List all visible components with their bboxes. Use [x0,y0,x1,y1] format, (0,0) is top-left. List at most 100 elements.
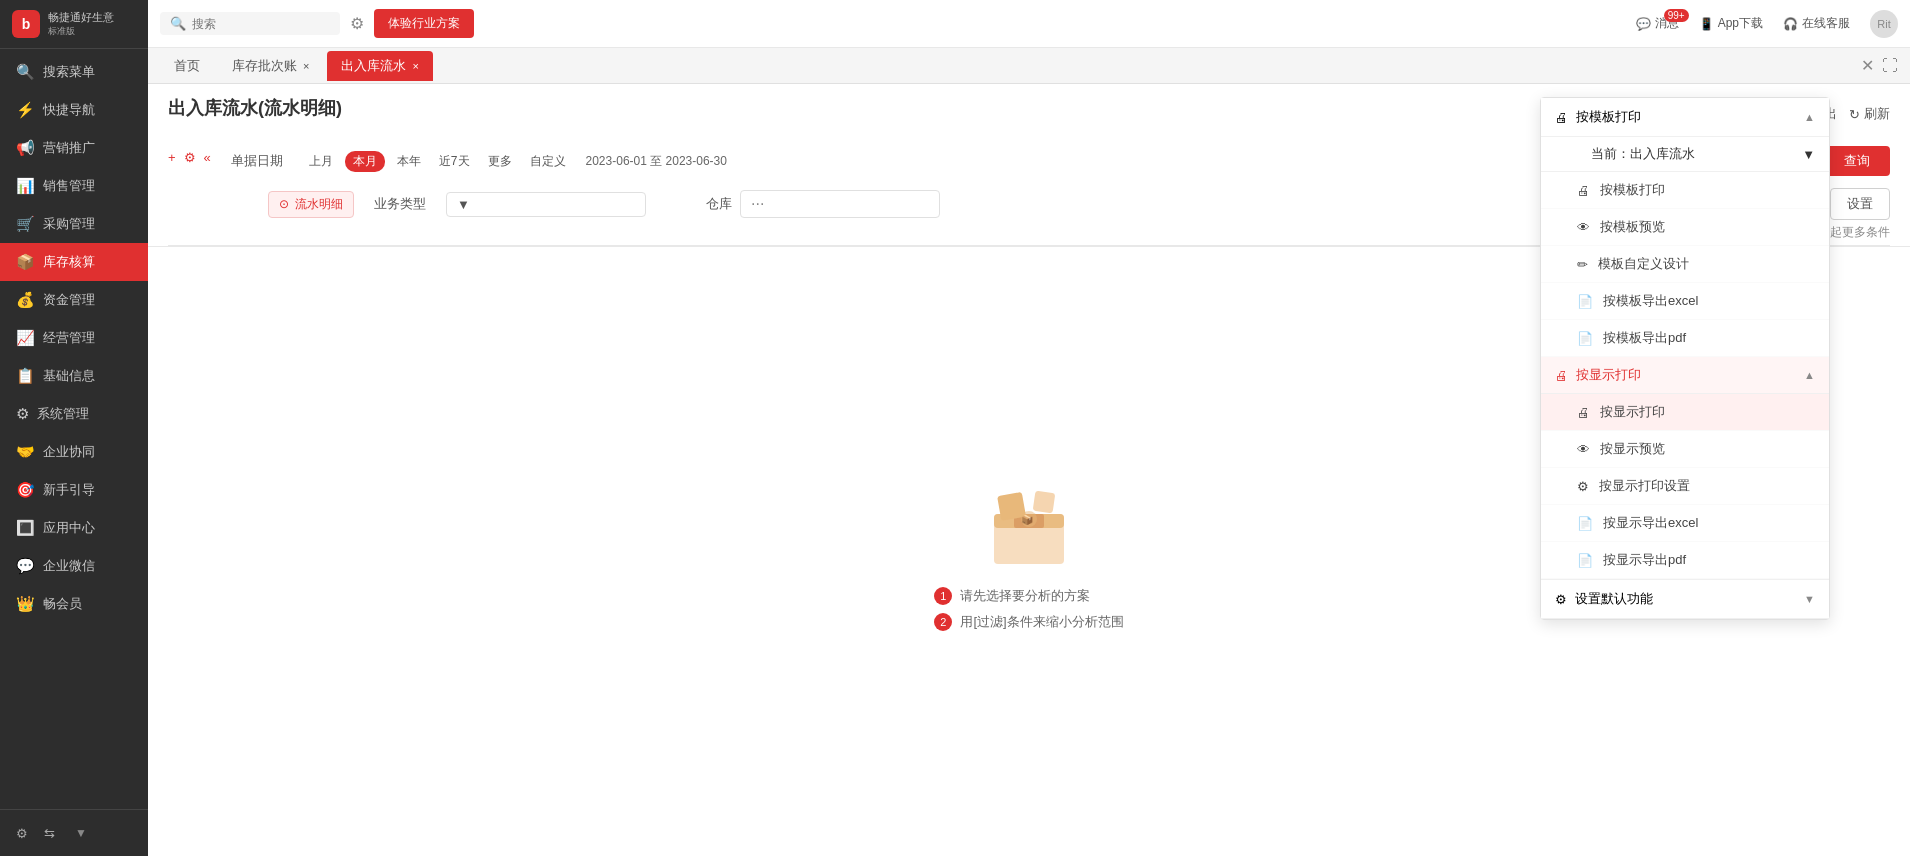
date-range-display: 2023-06-01 至 2023-06-30 [586,153,727,170]
empty-step2-text: 用[过滤]条件来缩小分析范围 [960,613,1123,631]
query-btn[interactable]: 查询 [1824,146,1890,176]
sidebar-item-sales[interactable]: 📊 销售管理 [0,167,148,205]
settings-footer-icon[interactable]: ⚙ [16,826,28,841]
system-icon: ⚙ [16,405,29,423]
current-template-chevron: ▼ [1802,147,1815,162]
sidebar-item-inventory[interactable]: 📦 库存核算 [0,243,148,281]
add-condition-btn[interactable]: + [168,150,176,165]
tab-flow[interactable]: 出入库流水 × [327,51,432,81]
sales-icon: 📊 [16,177,35,195]
default-func-label: 设置默认功能 [1575,590,1653,608]
display-excel-item-icon: 📄 [1577,516,1593,531]
dropdown-item-template-pdf[interactable]: 📄 按模板导出pdf [1541,320,1829,357]
collapse-sidebar-btn[interactable]: « [204,150,211,165]
sidebar-scroll-down[interactable]: ▼ [71,822,91,844]
collapse-sidebar-icon[interactable]: ⇆ [44,826,55,841]
phone-icon: 📱 [1699,17,1714,31]
date-btn-more[interactable]: 更多 [482,151,518,172]
tab-home[interactable]: 首页 [160,51,214,81]
app-download-label: App下载 [1718,15,1763,32]
default-func-icon: ⚙ [1555,592,1567,607]
user-name: Rit [1877,18,1890,30]
refresh-icon: ↻ [1849,107,1860,122]
tab-inventory-batch[interactable]: 库存批次账 × [218,51,323,81]
sidebar-label-corp: 企业协同 [43,443,95,461]
dropdown-item-display-excel[interactable]: 📄 按显示导出excel [1541,505,1829,542]
sidebar-nav: 🔍 搜索菜单 ⚡ 快捷导航 📢 营销推广 📊 销售管理 🛒 采购管理 📦 库存核… [0,49,148,809]
date-btn-this-year[interactable]: 本年 [391,151,427,172]
sidebar-item-wecom[interactable]: 💬 企业微信 [0,547,148,585]
search-input[interactable] [192,17,322,31]
sidebar-label-finance: 资金管理 [43,291,95,309]
sidebar-item-search[interactable]: 🔍 搜索菜单 [0,53,148,91]
basic-icon: 📋 [16,367,35,385]
sidebar-label-wecom: 企业微信 [43,557,95,575]
dropdown-item-display-print[interactable]: 🖨 按显示打印 [1541,394,1829,431]
expand-tab-btn[interactable]: ⛶ [1882,56,1898,75]
dropdown-item-display-pdf[interactable]: 📄 按显示导出pdf [1541,542,1829,579]
tab-flow-close[interactable]: × [412,60,418,72]
search-icon: 🔍 [16,63,35,81]
tab-home-label: 首页 [174,57,200,75]
app-edition: 标准版 [48,25,114,38]
gear-icon[interactable]: ⚙ [350,14,364,33]
date-btn-custom[interactable]: 自定义 [524,151,572,172]
dropdown-item-template-excel[interactable]: 📄 按模板导出excel [1541,283,1829,320]
dropdown-item-template-print[interactable]: 🖨 按模板打印 [1541,172,1829,209]
user-avatar[interactable]: Rit [1870,10,1898,38]
sidebar-label-guide: 新手引导 [43,481,95,499]
sidebar-item-purchase[interactable]: 🛒 采购管理 [0,205,148,243]
default-func-chevron: ▼ [1804,593,1815,605]
corp-icon: 🤝 [16,443,35,461]
warehouse-label: 仓库 [706,195,732,213]
date-btn-this-month[interactable]: 本月 [345,151,385,172]
display-settings-item-label: 按显示打印设置 [1599,477,1690,495]
refresh-btn[interactable]: ↻ 刷新 [1849,105,1890,123]
display-pdf-item-icon: 📄 [1577,553,1593,568]
template-preview-item-icon: 👁 [1577,220,1590,235]
close-tab-btn[interactable]: ✕ [1861,56,1874,75]
display-section-chevron: ▲ [1804,369,1815,381]
sidebar-item-finance[interactable]: 💰 资金管理 [0,281,148,319]
sidebar-item-corp[interactable]: 🤝 企业协同 [0,433,148,471]
sidebar-item-system[interactable]: ⚙ 系统管理 [0,395,148,433]
sidebar-item-operation[interactable]: 📈 经营管理 [0,319,148,357]
template-custom-item-label: 模板自定义设计 [1598,255,1689,273]
messages-btn[interactable]: 💬 消息 99+ [1636,15,1679,32]
default-func-btn[interactable]: ⚙ 设置默认功能 ▼ [1541,579,1829,619]
date-btn-7days[interactable]: 近7天 [433,151,476,172]
dropdown-item-template-custom[interactable]: ✏ 模板自定义设计 [1541,246,1829,283]
sidebar-item-marketing[interactable]: 📢 营销推广 [0,129,148,167]
template-excel-item-label: 按模板导出excel [1603,292,1698,310]
display-print-item-icon: 🖨 [1577,405,1590,420]
sidebar-item-appstore[interactable]: 🔳 应用中心 [0,509,148,547]
app-download-btn[interactable]: 📱 App下载 [1699,15,1763,32]
display-excel-item-label: 按显示导出excel [1603,514,1698,532]
warehouse-select[interactable]: ··· [740,190,940,218]
dropdown-item-display-preview[interactable]: 👁 按显示预览 [1541,431,1829,468]
sidebar-label-basic: 基础信息 [43,367,95,385]
dropdown-item-display-settings[interactable]: ⚙ 按显示打印设置 [1541,468,1829,505]
date-btn-last-month[interactable]: 上月 [303,151,339,172]
sidebar-item-guide[interactable]: 🎯 新手引导 [0,471,148,509]
sidebar-item-basic[interactable]: 📋 基础信息 [0,357,148,395]
biz-type-select[interactable]: ▼ [446,192,646,217]
messages-icon: 💬 [1636,17,1651,31]
sidebar-item-quick[interactable]: ⚡ 快捷导航 [0,91,148,129]
settings-condition-btn[interactable]: ⚙ [184,150,196,165]
sidebar-label-purchase: 采购管理 [43,215,95,233]
industry-btn[interactable]: 体验行业方案 [374,9,474,38]
filter-tag-label: 流水明细 [295,196,343,213]
dropdown-item-template-preview[interactable]: 👁 按模板预览 [1541,209,1829,246]
finance-icon: 💰 [16,291,35,309]
warehouse-more-dots[interactable]: ··· [751,195,764,213]
sidebar-item-vip[interactable]: 👑 畅会员 [0,585,148,623]
date-shortcuts: 上月 本月 本年 近7天 更多 自定义 2023-06-01 至 2023-06… [303,151,727,172]
search-topbar-icon: 🔍 [170,16,186,31]
settings-btn[interactable]: 设置 [1830,188,1890,220]
tab-inventory-batch-close[interactable]: × [303,60,309,72]
template-print-section-header[interactable]: 🖨 按模板打印 ▲ [1541,98,1829,137]
display-print-section-header[interactable]: 🖨 按显示打印 ▲ [1541,357,1829,394]
topbar-search-box[interactable]: 🔍 [160,12,340,35]
online-service-btn[interactable]: 🎧 在线客服 [1783,15,1850,32]
